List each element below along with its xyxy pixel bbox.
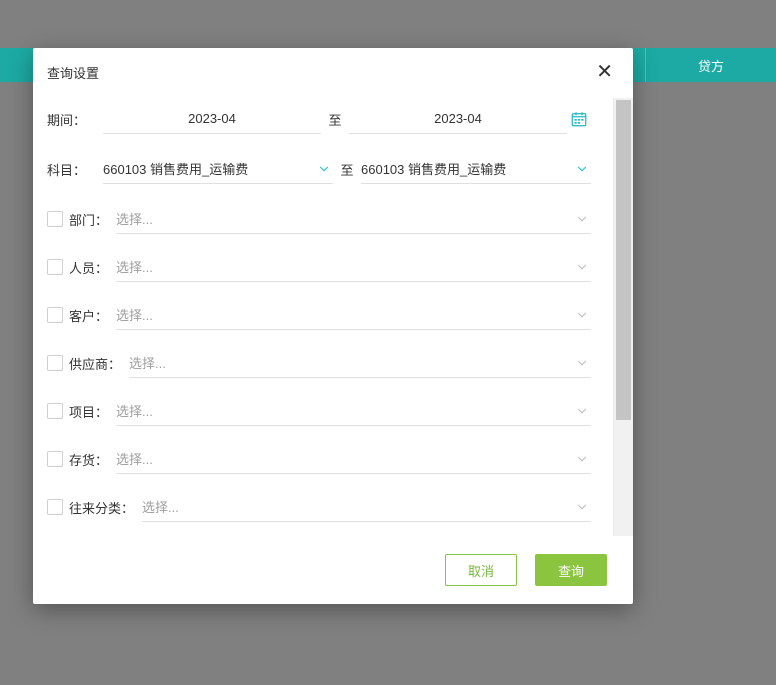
filter-label: 存货： xyxy=(69,450,108,469)
filter-checkbox[interactable] xyxy=(47,499,63,515)
chevron-down-icon xyxy=(575,212,589,226)
subject-row: 科目： 660103 销售费用_运输费 至 660103 销售费用_运输费 xyxy=(47,152,591,186)
period-row: 期间： 至 xyxy=(47,102,591,136)
filter-placeholder: 选择... xyxy=(116,209,153,228)
filter-checkbox[interactable] xyxy=(47,307,63,323)
filter-row: 往来分类： 选择... xyxy=(47,490,591,524)
filter-select[interactable]: 选择... xyxy=(116,204,591,234)
filter-row: 项目： 选择... xyxy=(47,394,591,428)
filter-label: 客户： xyxy=(69,306,108,325)
chevron-down-icon xyxy=(575,162,589,176)
filter-row: 存货： 选择... xyxy=(47,442,591,476)
filter-select[interactable]: 选择... xyxy=(116,300,591,330)
subject-from-value: 660103 销售费用_运输费 xyxy=(103,159,333,178)
modal-footer: 取消 查询 xyxy=(33,540,633,604)
chevron-down-icon xyxy=(575,356,589,370)
chevron-down-icon xyxy=(575,500,589,514)
filter-checkbox[interactable] xyxy=(47,259,63,275)
filter-checkbox[interactable] xyxy=(47,355,63,371)
chevron-down-icon xyxy=(575,452,589,466)
modal-title: 查询设置 xyxy=(47,63,99,82)
filter-checkbox[interactable] xyxy=(47,451,63,467)
period-label: 期间： xyxy=(47,110,103,129)
calendar-icon[interactable] xyxy=(567,110,591,128)
modal-header: 查询设置 ✕ xyxy=(33,48,633,94)
table-header-credit-cell: 贷方 xyxy=(645,48,776,82)
filter-select[interactable]: 选择... xyxy=(116,252,591,282)
period-from-input[interactable] xyxy=(103,104,321,134)
filter-label: 项目： xyxy=(69,402,108,421)
period-sep: 至 xyxy=(321,110,349,129)
chevron-down-icon xyxy=(317,162,331,176)
query-button[interactable]: 查询 xyxy=(535,554,607,586)
filter-select[interactable]: 选择... xyxy=(116,444,591,474)
filter-select[interactable]: 选择... xyxy=(142,492,591,522)
filter-row: 客户： 选择... xyxy=(47,298,591,332)
subject-to-select[interactable]: 660103 销售费用_运输费 xyxy=(361,154,591,184)
subject-sep: 至 xyxy=(333,160,361,179)
scrollbar-track[interactable] xyxy=(613,98,633,536)
filter-checkbox[interactable] xyxy=(47,211,63,227)
chevron-down-icon xyxy=(575,308,589,322)
filter-row: 供应商： 选择... xyxy=(47,346,591,380)
filter-label: 部门： xyxy=(69,210,108,229)
filter-label: 人员： xyxy=(69,258,108,277)
chevron-down-icon xyxy=(575,404,589,418)
filter-select[interactable]: 选择... xyxy=(116,396,591,426)
cancel-button[interactable]: 取消 xyxy=(445,554,517,586)
modal-body-wrap: 期间： 至 科目： 660103 销售费用_运输费 至 660103 销售费用_… xyxy=(33,94,633,540)
subject-to-value: 660103 销售费用_运输费 xyxy=(361,159,591,178)
filter-placeholder: 选择... xyxy=(129,353,166,372)
filter-label: 供应商： xyxy=(69,354,121,373)
scrollbar-thumb[interactable] xyxy=(616,100,631,420)
subject-from-select[interactable]: 660103 销售费用_运输费 xyxy=(103,154,333,184)
modal-body: 期间： 至 科目： 660103 销售费用_运输费 至 660103 销售费用_… xyxy=(33,94,605,540)
chevron-down-icon xyxy=(575,260,589,274)
filter-placeholder: 选择... xyxy=(116,257,153,276)
filter-row: 人员： 选择... xyxy=(47,250,591,284)
filter-placeholder: 选择... xyxy=(142,497,179,516)
filter-checkbox[interactable] xyxy=(47,403,63,419)
filter-placeholder: 选择... xyxy=(116,449,153,468)
filter-row: 部门： 选择... xyxy=(47,202,591,236)
filter-label: 往来分类： xyxy=(69,498,134,517)
filter-placeholder: 选择... xyxy=(116,305,153,324)
subject-label: 科目： xyxy=(47,160,103,179)
close-icon[interactable]: ✕ xyxy=(592,60,617,84)
filter-select[interactable]: 选择... xyxy=(129,348,591,378)
filter-placeholder: 选择... xyxy=(116,401,153,420)
query-settings-modal: 查询设置 ✕ 期间： 至 科目： 660103 销售费用_运输费 至 xyxy=(33,48,633,604)
period-to-input[interactable] xyxy=(349,104,567,134)
